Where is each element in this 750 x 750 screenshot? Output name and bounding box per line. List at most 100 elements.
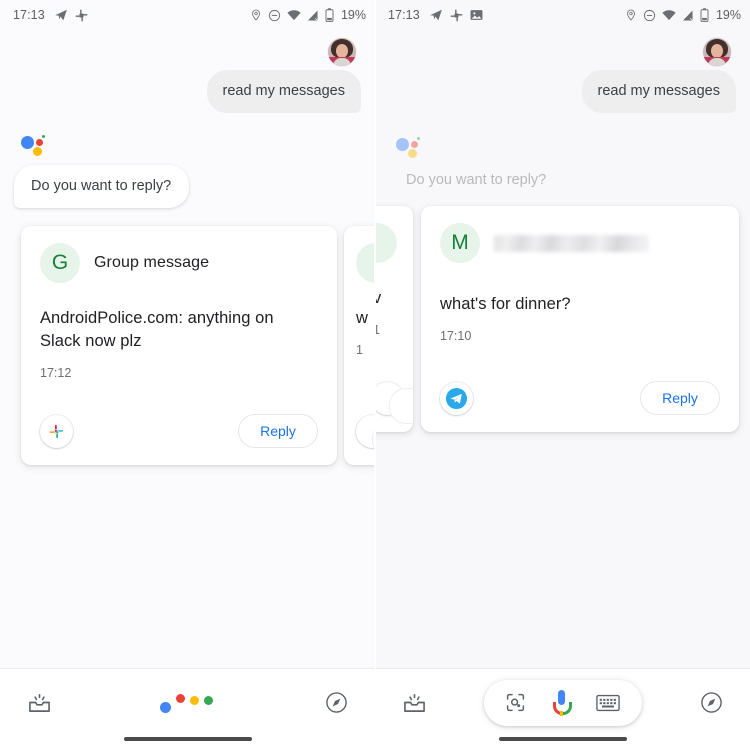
slack-icon	[75, 9, 88, 21]
assistant-listening-indicator[interactable]	[78, 690, 297, 730]
assistant-dot-yellow	[408, 149, 417, 158]
slack-icon	[450, 9, 463, 21]
google-assistant-icon	[21, 133, 51, 157]
status-bar-time: 17:13	[388, 8, 420, 22]
message-card-actions: Reply	[440, 381, 720, 415]
google-mic-button[interactable]	[552, 689, 572, 716]
bottom-navigation-bar	[0, 668, 375, 750]
keyboard-icon	[596, 694, 621, 711]
assistant-dot-yellow	[33, 147, 42, 156]
reply-button[interactable]: Reply	[238, 414, 318, 448]
battery-icon	[700, 8, 709, 22]
status-bar: 17:13 19%	[375, 0, 750, 30]
avatar-face	[336, 44, 348, 58]
bottom-navigation-bar	[375, 668, 750, 750]
listening-dot-yellow	[189, 695, 199, 705]
status-bar-notification-icons	[54, 8, 88, 22]
peek-reply-button[interactable]	[389, 388, 413, 424]
message-card-timestamp: 17:10	[440, 329, 472, 343]
mic-base	[559, 710, 563, 716]
sender-avatar: M	[440, 223, 480, 263]
peek-card-time: 1	[375, 323, 380, 337]
sender-name: Group message	[94, 254, 210, 271]
google-lens-button[interactable]	[505, 692, 526, 713]
slack-icon	[49, 424, 64, 438]
explore-button[interactable]	[297, 691, 375, 728]
snapshot-icon	[403, 694, 425, 712]
do-not-disturb-icon	[268, 9, 281, 21]
user-avatar-row	[14, 38, 361, 66]
next-message-card-peek[interactable]: w 1	[344, 226, 375, 465]
avatar	[328, 38, 356, 66]
user-message-bubble: read my messages	[581, 70, 736, 113]
message-card-header: G Group message	[40, 243, 318, 283]
status-bar-time: 17:13	[13, 8, 45, 22]
avatar-shoulder	[333, 58, 351, 66]
avatar-shoulder	[708, 58, 726, 66]
location-icon	[627, 9, 635, 21]
telegram-app-icon-button[interactable]	[440, 381, 473, 415]
sender-avatar: G	[40, 243, 80, 283]
assistant-conversation: read my messages Do you want to reply? v…	[375, 38, 750, 456]
snapshot-button[interactable]	[375, 691, 453, 728]
gesture-navigation-bar	[498, 737, 627, 741]
slack-app-icon-button[interactable]	[40, 414, 73, 448]
battery-icon	[325, 8, 334, 22]
explore-compass-icon	[700, 692, 722, 713]
sender-name-redacted	[494, 234, 649, 252]
avatar	[703, 38, 731, 66]
avatar-face	[711, 44, 723, 58]
assistant-message-faded: Do you want to reply?	[406, 172, 547, 188]
explore-button[interactable]	[672, 691, 750, 728]
location-icon	[252, 9, 260, 21]
snapshot-button[interactable]	[0, 691, 78, 728]
battery-percent-label: 19%	[715, 8, 741, 22]
user-avatar-row	[389, 38, 736, 66]
peek-card-body: v	[375, 289, 382, 307]
signal-icon	[307, 10, 318, 21]
message-cards-carousel: w 1 G Group message AndroidPolice.com: a…	[14, 226, 375, 476]
user-message-row: read my messages	[14, 70, 361, 113]
listening-dot-red	[175, 693, 185, 703]
right-phone-screen: 17:13 19% read my messages Do you want t…	[375, 0, 750, 750]
screenshot-image-icon	[470, 10, 483, 20]
assistant-input-pill-container	[453, 679, 672, 740]
assistant-dot-blue	[396, 138, 409, 151]
keyboard-button[interactable]	[596, 694, 621, 712]
assistant-dot-red	[411, 141, 418, 148]
assistant-dot-blue	[21, 136, 34, 149]
wifi-icon	[662, 9, 676, 20]
peek-card-body: w	[356, 309, 368, 327]
signal-icon	[682, 10, 693, 21]
status-bar-system-icons: 19%	[625, 8, 741, 22]
google-assistant-icon	[396, 135, 426, 159]
assistant-dot-green	[42, 135, 45, 138]
message-card-timestamp: 17:12	[40, 366, 72, 380]
peek-card-time: 1	[356, 343, 363, 357]
peek-sender-avatar	[375, 223, 397, 263]
reply-button[interactable]: Reply	[640, 381, 720, 415]
peek-sender-avatar	[356, 243, 375, 283]
message-cards-carousel: v 1 ‹ M what's for dinner? 17:10	[375, 206, 739, 456]
assistant-input-pill	[483, 679, 642, 726]
previous-message-card-peek[interactable]: v 1	[375, 206, 413, 432]
listening-dot-blue	[159, 701, 171, 713]
assistant-message-bubble: Do you want to reply?	[14, 165, 190, 208]
telegram-icon	[54, 9, 67, 21]
status-bar-notification-icons	[429, 8, 483, 22]
screenshot-divider	[374, 0, 376, 750]
wifi-icon	[287, 9, 301, 20]
listening-dot-green	[203, 695, 213, 705]
message-card[interactable]: G Group message AndroidPolice.com: anyth…	[21, 226, 337, 465]
google-mic-icon	[552, 689, 572, 716]
message-card-header: M	[440, 223, 720, 263]
message-card[interactable]: M what's for dinner? 17:10 Reply	[421, 206, 739, 432]
assistant-dot-green	[417, 137, 420, 140]
listening-dots	[159, 690, 217, 716]
assistant-message-row: Do you want to reply?	[14, 165, 361, 208]
explore-compass-icon	[325, 692, 347, 713]
message-card-actions: Reply	[40, 414, 318, 448]
gesture-navigation-bar	[123, 737, 252, 741]
user-message-bubble: read my messages	[206, 70, 361, 113]
dual-screenshot-container: 17:13 19% read my messages Do you want t…	[0, 0, 750, 750]
